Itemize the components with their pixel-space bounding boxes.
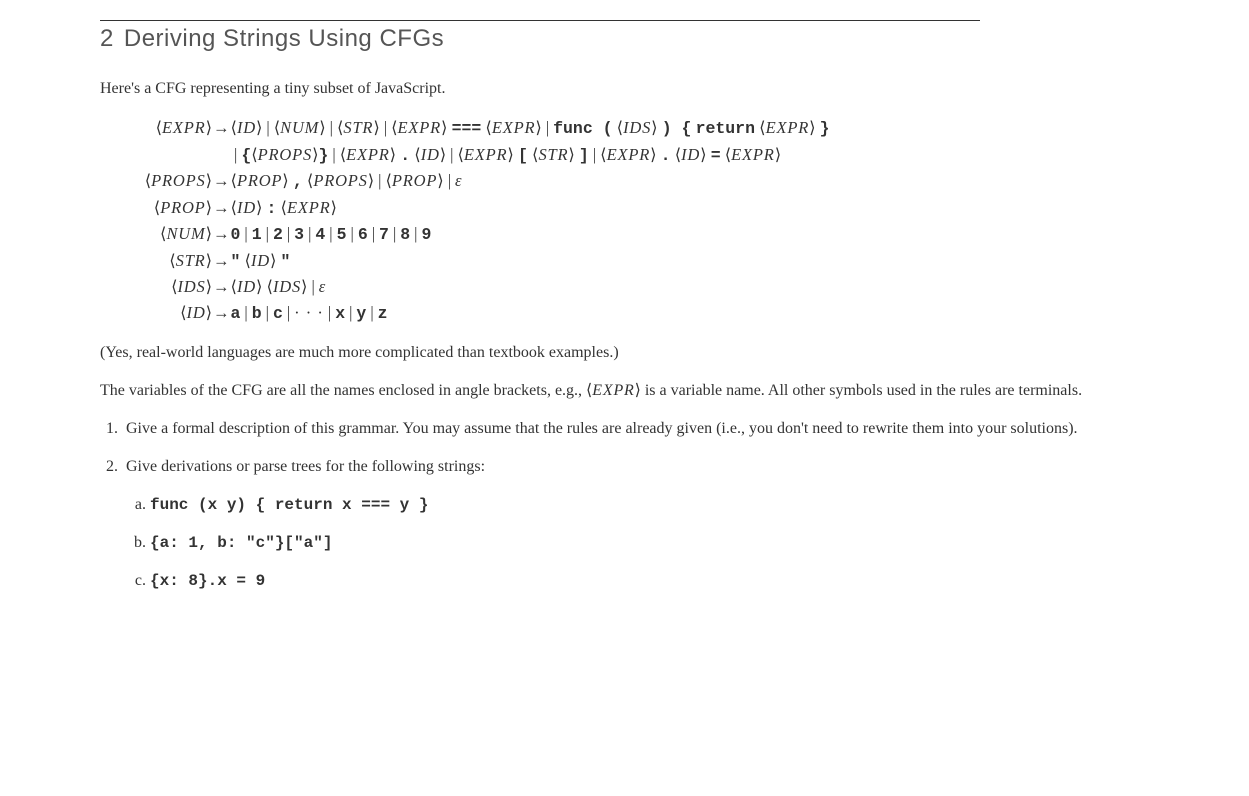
section-number: 2 — [100, 25, 114, 52]
question-2a: func (x y) { return x === y } — [150, 493, 1149, 517]
variables-paragraph: The variables of the CFG are all the nam… — [100, 379, 1149, 403]
question-2: Give derivations or parse trees for the … — [122, 455, 1149, 593]
section-heading: 2 Deriving Strings Using CFGs — [100, 25, 1149, 53]
intro-paragraph: Here's a CFG representing a tiny subset … — [100, 77, 1149, 101]
rule-ids: ⟨IDS⟩→⟨ID⟩ ⟨IDS⟩|ε — [118, 274, 1149, 300]
rule-expr-cont: |{⟨PROPS⟩}|⟨EXPR⟩ . ⟨ID⟩|⟨EXPR⟩ [ ⟨STR⟩ … — [118, 142, 1149, 169]
rule-expr: ⟨EXPR⟩→⟨ID⟩|⟨NUM⟩|⟨STR⟩|⟨EXPR⟩ === ⟨EXPR… — [118, 115, 1149, 142]
grammar-block: ⟨EXPR⟩→⟨ID⟩|⟨NUM⟩|⟨STR⟩|⟨EXPR⟩ === ⟨EXPR… — [118, 115, 1149, 327]
question-2b: {a: 1, b: "c"}["a"] — [150, 531, 1149, 555]
section-title: Deriving Strings Using CFGs — [124, 25, 444, 52]
section-rule — [100, 20, 980, 21]
note-paragraph: (Yes, real-world languages are much more… — [100, 341, 1149, 365]
question-2c: {x: 8}.x = 9 — [150, 569, 1149, 593]
question-list: Give a formal description of this gramma… — [100, 417, 1149, 593]
rule-id: ⟨ID⟩→a|b|c|· · ·|x|y|z — [118, 300, 1149, 327]
rule-num: ⟨NUM⟩→0|1|2|3|4|5|6|7|8|9 — [118, 221, 1149, 248]
rule-prop: ⟨PROP⟩→⟨ID⟩ : ⟨EXPR⟩ — [118, 195, 1149, 222]
rule-props: ⟨PROPS⟩→⟨PROP⟩ , ⟨PROPS⟩|⟨PROP⟩|ε — [118, 168, 1149, 195]
question-1: Give a formal description of this gramma… — [122, 417, 1149, 441]
rule-str: ⟨STR⟩→" ⟨ID⟩ " — [118, 248, 1149, 275]
question-2-sublist: func (x y) { return x === y } {a: 1, b: … — [126, 493, 1149, 593]
